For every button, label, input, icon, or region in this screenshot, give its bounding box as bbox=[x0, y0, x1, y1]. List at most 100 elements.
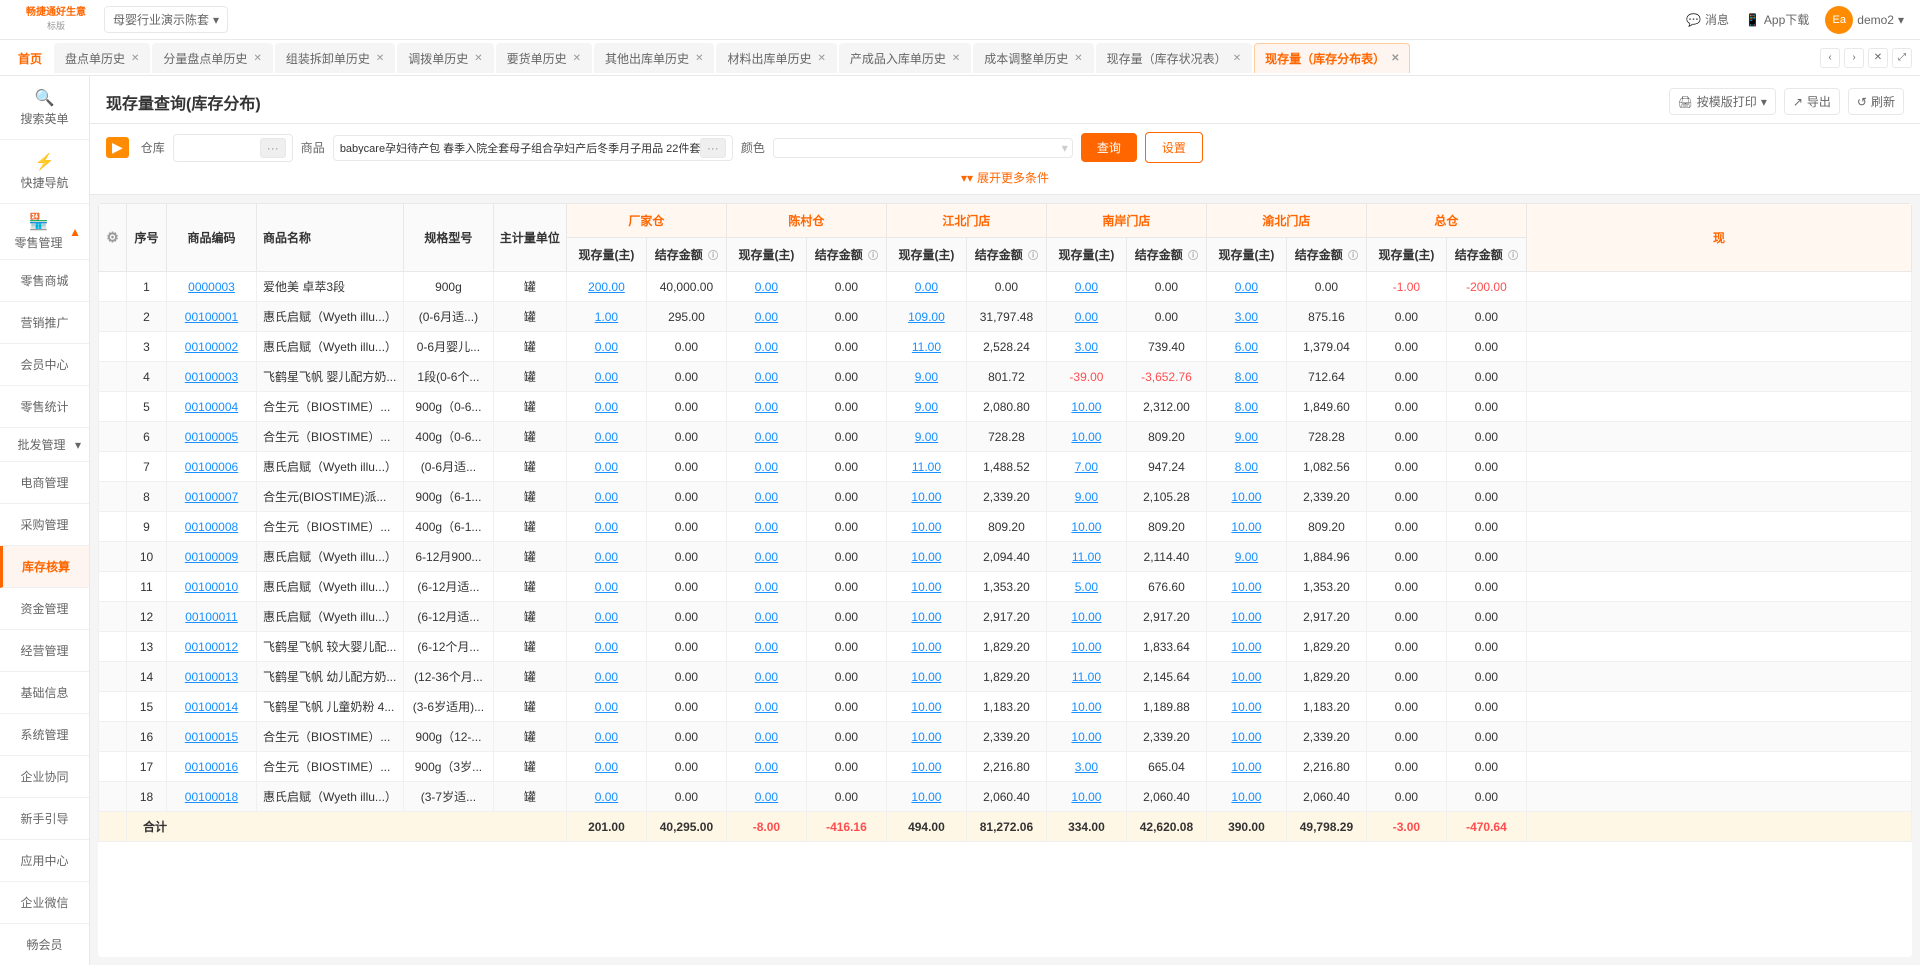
info-icon[interactable]: ⓘ bbox=[1348, 251, 1358, 262]
info-icon[interactable]: ⓘ bbox=[1508, 251, 1518, 262]
tab-prev-btn[interactable]: ‹ bbox=[1820, 48, 1840, 68]
tab-other-out[interactable]: 其他出库单历史 ✕ bbox=[594, 43, 714, 73]
tab-close-icon[interactable]: ✕ bbox=[952, 53, 960, 64]
sidebar-item-finance[interactable]: 资金管理 bbox=[0, 588, 89, 630]
tab-transfer[interactable]: 调拨单历史 ✕ bbox=[397, 43, 493, 73]
tab-current-dist[interactable]: 现存量（库存分布表） ✕ bbox=[1254, 43, 1410, 73]
col-chenshi-header: 陈村仓 bbox=[726, 204, 886, 238]
expand-more-btn[interactable]: ▾▾ 展开更多条件 bbox=[961, 169, 1049, 186]
cell-nanan-amount: 2,339.20 bbox=[1126, 722, 1206, 752]
cell-nanan-stock: 10.00 bbox=[1046, 422, 1126, 452]
warehouse-input[interactable] bbox=[180, 137, 260, 159]
sidebar-item-marketing[interactable]: 营销推广 bbox=[0, 302, 89, 344]
tab-close-icon[interactable]: ✕ bbox=[817, 53, 825, 64]
tab-requisition[interactable]: 要货单历史 ✕ bbox=[496, 43, 592, 73]
sidebar-item-ecommerce[interactable]: 电商管理 bbox=[0, 462, 89, 504]
table-row: 14 00100013 飞鹤星飞帆 幼儿配方奶... (12-36个月... 罐… bbox=[99, 662, 1912, 692]
cell-chenshi-stock: 0.00 bbox=[726, 542, 806, 572]
sidebar-item-apps[interactable]: 应用中心 bbox=[0, 840, 89, 882]
tab-current-status[interactable]: 现存量（库存状况表） ✕ bbox=[1096, 43, 1252, 73]
col-nanan-header: 南岸门店 bbox=[1046, 204, 1206, 238]
tab-close-icon[interactable]: ✕ bbox=[474, 53, 482, 64]
tab-fullscreen-btn[interactable]: ⤢ bbox=[1892, 48, 1912, 68]
cell-chenshi-amount: 0.00 bbox=[806, 632, 886, 662]
app-download-btn[interactable]: 📱 App下载 bbox=[1745, 11, 1809, 28]
tab-product-in[interactable]: 产成品入库单历史 ✕ bbox=[839, 43, 971, 73]
messages-btn[interactable]: 💬 消息 bbox=[1686, 11, 1729, 28]
refresh-btn[interactable]: ↺ 刷新 bbox=[1848, 88, 1904, 115]
gear-icon[interactable]: ⚙ bbox=[106, 229, 119, 245]
user-menu[interactable]: Ea demo2 ▾ bbox=[1825, 6, 1904, 34]
tab-next-btn[interactable]: › bbox=[1844, 48, 1864, 68]
filter-toggle-btn[interactable]: ▶ bbox=[106, 137, 129, 158]
sidebar-item-wecom[interactable]: 企业微信 bbox=[0, 882, 89, 924]
tab-close-icon[interactable]: ✕ bbox=[376, 53, 384, 64]
sidebar-item-business[interactable]: 经营管理 bbox=[0, 630, 89, 672]
search-btn[interactable]: 查询 bbox=[1081, 133, 1137, 162]
tab-close-icon[interactable]: ✕ bbox=[695, 53, 703, 64]
sidebar-item-nav[interactable]: ⚡ 快捷导航 bbox=[0, 140, 89, 204]
sidebar-item-enterprise[interactable]: 企业协同 bbox=[0, 756, 89, 798]
sidebar-item-basic[interactable]: 基础信息 bbox=[0, 672, 89, 714]
tab-home[interactable]: 首页 bbox=[8, 44, 52, 73]
sidebar-item-search[interactable]: 🔍 搜索英单 bbox=[0, 76, 89, 140]
cell-nanan-stock: 10.00 bbox=[1046, 392, 1126, 422]
export-btn[interactable]: ↗ 导出 bbox=[1784, 88, 1840, 115]
cell-yubeibei-stock: 8.00 bbox=[1206, 362, 1286, 392]
industry-selector[interactable]: 母婴行业演示陈套 ▾ bbox=[104, 6, 228, 33]
cell-spec: (0-6月适... bbox=[403, 452, 493, 482]
sidebar-item-retail-mgmt[interactable]: 🏪 零售管理 ▲ bbox=[0, 204, 89, 260]
cell-total-amount: 0.00 bbox=[1446, 392, 1526, 422]
sidebar-item-wholesale[interactable]: 批发管理 ▾ bbox=[0, 428, 89, 462]
cell-chenshi-amount: 0.00 bbox=[806, 662, 886, 692]
warehouse-dots-btn[interactable]: ··· bbox=[260, 138, 286, 158]
cell-name: 惠氏启赋（Wyeth illu...） bbox=[257, 332, 404, 362]
info-icon[interactable]: ⓘ bbox=[1028, 251, 1038, 262]
sidebar-item-retail-mall[interactable]: 零售商城 bbox=[0, 260, 89, 302]
sidebar-item-purchase[interactable]: 采购管理 bbox=[0, 504, 89, 546]
tab-close-icon[interactable]: ✕ bbox=[1391, 53, 1399, 64]
settings-btn[interactable]: 设置 bbox=[1145, 132, 1203, 163]
sidebar-item-retail-stats[interactable]: 零售统计 bbox=[0, 386, 89, 428]
data-table: ⚙ 序号 商品编码 商品名称 规格型号 主计量单位 厂家仓 陈村仓 江北门店 南… bbox=[98, 203, 1912, 842]
info-icon[interactable]: ⓘ bbox=[708, 251, 718, 262]
tab-close-all-btn[interactable]: ✕ bbox=[1868, 48, 1888, 68]
info-icon[interactable]: ⓘ bbox=[1188, 251, 1198, 262]
tab-disassembly[interactable]: 组装拆卸单历史 ✕ bbox=[275, 43, 395, 73]
sidebar-item-guide[interactable]: 新手引导 bbox=[0, 798, 89, 840]
tab-close-icon[interactable]: ✕ bbox=[253, 53, 261, 64]
tab-branch-stocktake[interactable]: 分量盘点单历史 ✕ bbox=[152, 43, 272, 73]
cell-total-amount: 0.00 bbox=[1446, 332, 1526, 362]
warehouse-input-wrap: ··· bbox=[173, 134, 293, 162]
cell-nanan-stock: 9.00 bbox=[1046, 482, 1126, 512]
cell-jiangbei-stock: 9.00 bbox=[886, 362, 966, 392]
product-dots-btn[interactable]: ··· bbox=[700, 138, 726, 158]
tab-close-icon[interactable]: ✕ bbox=[1074, 53, 1082, 64]
product-input[interactable] bbox=[340, 142, 700, 154]
sidebar-item-member[interactable]: 会员中心 bbox=[0, 344, 89, 386]
cell-current bbox=[1526, 602, 1911, 632]
tab-stocktake[interactable]: 盘点单历史 ✕ bbox=[54, 43, 150, 73]
info-icon[interactable]: ⓘ bbox=[868, 251, 878, 262]
cell-total-stock: 0.00 bbox=[1366, 422, 1446, 452]
tab-close-icon[interactable]: ✕ bbox=[1233, 53, 1241, 64]
cell-name: 惠氏启赋（Wyeth illu...） bbox=[257, 602, 404, 632]
cell-jiangbei-amount: 801.72 bbox=[966, 362, 1046, 392]
color-input[interactable] bbox=[778, 141, 1062, 155]
sidebar-item-system[interactable]: 系统管理 bbox=[0, 714, 89, 756]
print-btn[interactable]: 🖨 按模版打印 ▾ bbox=[1669, 88, 1776, 115]
tab-material-out[interactable]: 材料出库单历史 ✕ bbox=[716, 43, 836, 73]
sidebar-item-members[interactable]: 畅会员 bbox=[0, 924, 89, 965]
cell-yubeibei-amount: 1,082.56 bbox=[1286, 452, 1366, 482]
tab-close-icon[interactable]: ✕ bbox=[573, 53, 581, 64]
cell-settings bbox=[99, 422, 127, 452]
cell-factory-stock: 0.00 bbox=[566, 362, 646, 392]
tab-cost-adjust[interactable]: 成本调整单历史 ✕ bbox=[973, 43, 1093, 73]
message-icon: 💬 bbox=[1686, 13, 1701, 27]
tab-bar-scroll: 首页 盘点单历史 ✕ 分量盘点单历史 ✕ 组装拆卸单历史 ✕ 调拨单历史 ✕ 要… bbox=[8, 43, 1818, 73]
cell-nanan-amount: 1,833.64 bbox=[1126, 632, 1206, 662]
cell-total-stock: -1.00 bbox=[1366, 272, 1446, 302]
table-row: 3 00100002 惠氏启赋（Wyeth illu...） 0-6月婴儿...… bbox=[99, 332, 1912, 362]
tab-close-icon[interactable]: ✕ bbox=[131, 53, 139, 64]
sidebar-item-inventory[interactable]: 库存核算 bbox=[0, 546, 89, 588]
